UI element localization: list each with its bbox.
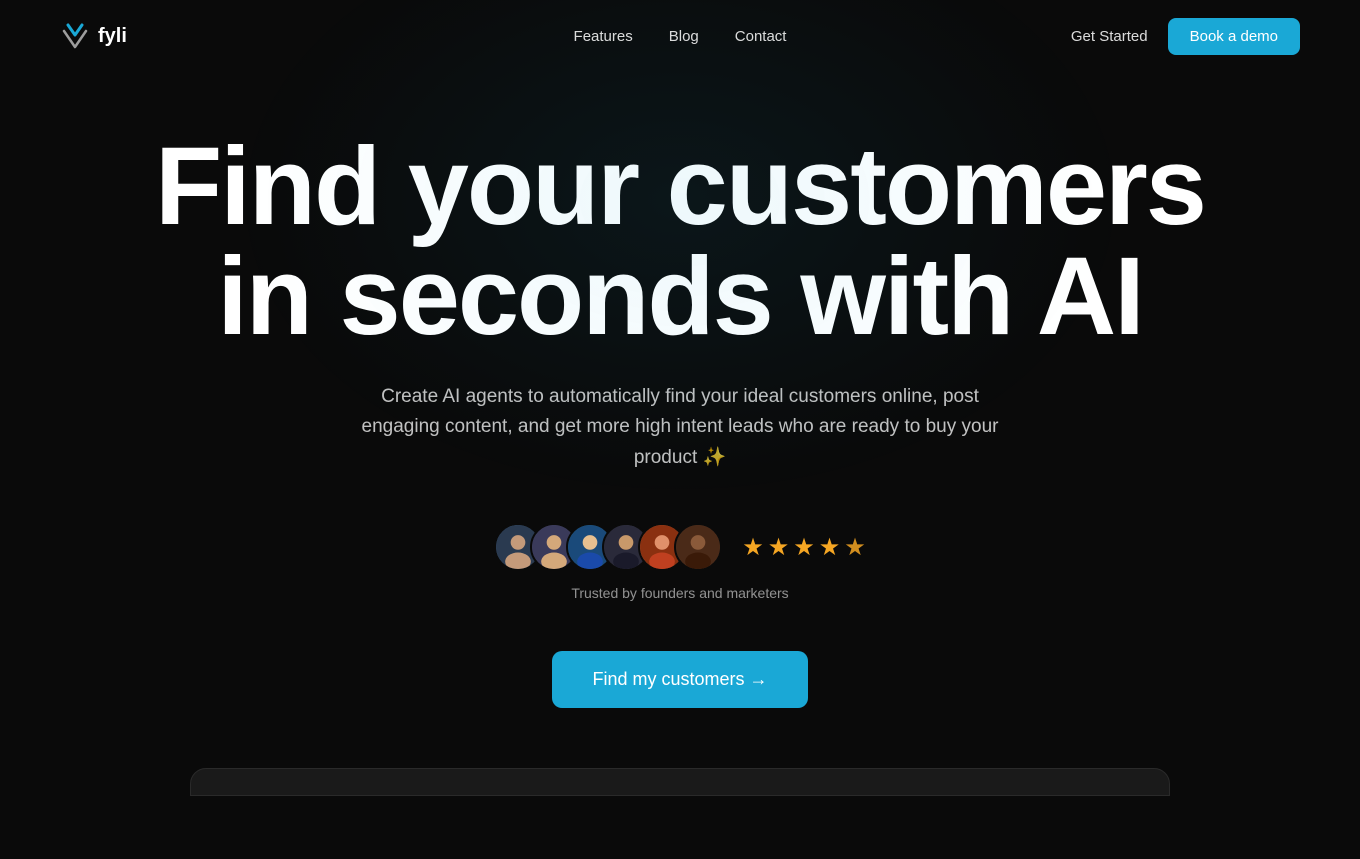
nav-link-features[interactable]: Features bbox=[574, 28, 633, 45]
hero-title: Find your customers in seconds with AI bbox=[155, 132, 1205, 352]
star-1: ★ bbox=[742, 533, 764, 562]
avatar-group bbox=[494, 523, 722, 571]
get-started-button[interactable]: Get Started bbox=[1071, 28, 1148, 45]
star-rating: ★ ★ ★ ★ ★ bbox=[742, 533, 866, 562]
star-2: ★ bbox=[768, 533, 790, 562]
avatar-6 bbox=[674, 523, 722, 571]
star-5: ★ bbox=[844, 533, 866, 562]
nav-links: Features Blog Contact bbox=[574, 28, 787, 45]
logo-icon bbox=[60, 21, 90, 51]
nav-link-blog[interactable]: Blog bbox=[669, 28, 699, 45]
hero-section: Find your customers in seconds with AI C… bbox=[0, 72, 1360, 836]
bottom-card-hint bbox=[190, 768, 1170, 796]
social-proof: ★ ★ ★ ★ ★ bbox=[494, 523, 866, 571]
book-demo-button[interactable]: Book a demo bbox=[1168, 18, 1300, 55]
logo-text: fyli bbox=[98, 25, 127, 48]
star-4: ★ bbox=[819, 533, 841, 562]
star-3: ★ bbox=[793, 533, 815, 562]
nav-link-contact[interactable]: Contact bbox=[735, 28, 787, 45]
find-customers-button[interactable]: Find my customers → bbox=[552, 651, 807, 708]
logo[interactable]: fyli bbox=[60, 21, 127, 51]
nav-actions: Get Started Book a demo bbox=[1071, 18, 1300, 55]
hero-subtitle: Create AI agents to automatically find y… bbox=[340, 382, 1020, 473]
navbar: fyli Features Blog Contact Get Started B… bbox=[0, 0, 1360, 72]
trusted-text: Trusted by founders and marketers bbox=[571, 585, 788, 601]
